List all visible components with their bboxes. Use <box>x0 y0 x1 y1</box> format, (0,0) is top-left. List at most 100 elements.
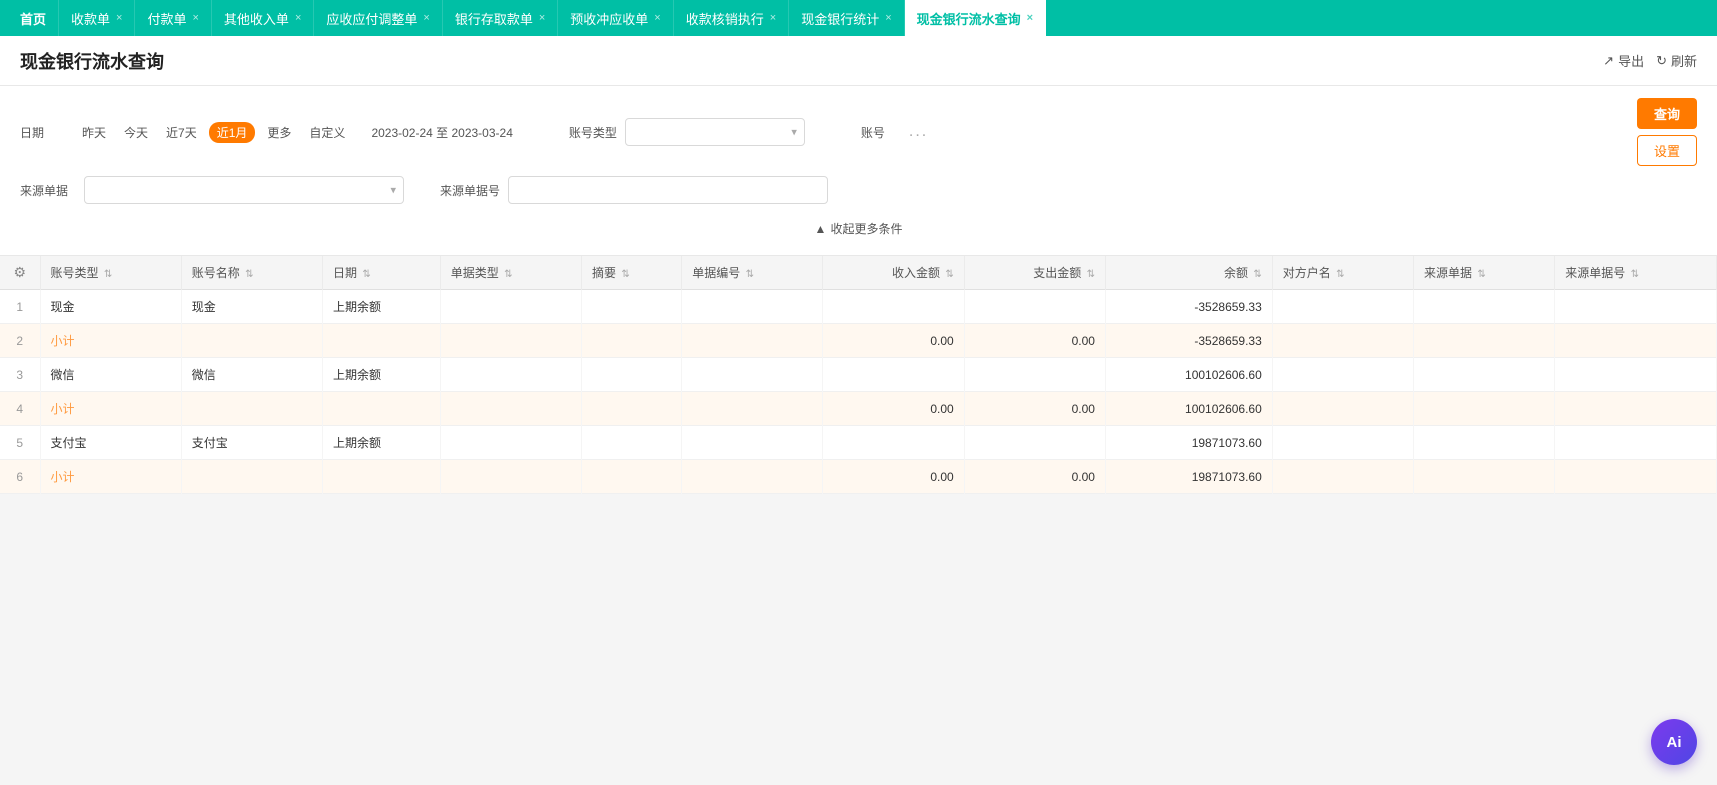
table-row[interactable]: 6 小计 0.00 0.00 19871073.60 <box>0 460 1717 494</box>
table-settings-gear-icon[interactable]: ⚙ <box>13 264 26 280</box>
filter-row-1: 日期 昨天 今天 近7天 近1月 更多 自定义 2023-02-24 至 202… <box>20 98 1697 166</box>
close-payment-icon[interactable]: × <box>192 12 198 24</box>
cell-doc-type-2 <box>440 358 581 392</box>
sort-date-icon: ⇅ <box>362 269 370 280</box>
col-date[interactable]: 日期 ⇅ <box>322 256 440 290</box>
close-receipt-icon[interactable]: × <box>116 12 122 24</box>
cell-account-name-2: 微信 <box>181 358 322 392</box>
row-num-2: 3 <box>0 358 40 392</box>
cell-source-doc-no-2 <box>1555 358 1717 392</box>
source-doc-label: 来源单据 <box>20 182 68 199</box>
nav-item-cash-bank-flow[interactable]: 现金银行流水查询 × <box>905 0 1046 36</box>
date-options: 昨天 今天 近7天 近1月 更多 自定义 <box>76 122 351 143</box>
query-button[interactable]: 查询 <box>1637 98 1697 129</box>
nav-item-advance-offset[interactable]: 预收冲应收单 × <box>558 0 673 36</box>
cell-balance-1: -3528659.33 <box>1105 324 1272 358</box>
close-advance-offset-icon[interactable]: × <box>654 12 660 24</box>
sort-doc-no-icon: ⇅ <box>746 269 754 280</box>
cell-source-doc-5 <box>1414 460 1555 494</box>
source-doc-no-input[interactable] <box>508 176 828 204</box>
close-cash-bank-flow-icon[interactable]: × <box>1027 12 1033 24</box>
date-opt-more[interactable]: 更多 <box>261 122 297 143</box>
cell-expense-0 <box>964 290 1105 324</box>
close-cash-bank-stat-icon[interactable]: × <box>885 12 891 24</box>
col-balance[interactable]: 余额 ⇅ <box>1105 256 1272 290</box>
sort-balance-icon: ⇅ <box>1253 269 1261 280</box>
close-bank-deposit-icon[interactable]: × <box>539 12 545 24</box>
cell-source-doc-no-3 <box>1555 392 1717 426</box>
cell-doc-type-4 <box>440 426 581 460</box>
date-opt-recent1m[interactable]: 近1月 <box>209 122 256 143</box>
table-row[interactable]: 3 微信 微信 上期余额 100102606.60 <box>0 358 1717 392</box>
collapse-bar[interactable]: ▲ 收起更多条件 <box>20 214 1697 243</box>
cell-balance-3: 100102606.60 <box>1105 392 1272 426</box>
nav-item-cash-bank-stat[interactable]: 现金银行统计 × <box>789 0 904 36</box>
ai-assistant-button[interactable]: Ai <box>1651 719 1697 765</box>
date-opt-recent7[interactable]: 近7天 <box>160 122 203 143</box>
cell-doc-no-4 <box>682 426 823 460</box>
account-label: 账号 <box>861 124 901 141</box>
col-source-doc-no[interactable]: 来源单据号 ⇅ <box>1555 256 1717 290</box>
refresh-button[interactable]: ↻ 刷新 <box>1656 51 1697 70</box>
account-type-select[interactable]: 现金 微信 支付宝 <box>625 118 805 146</box>
close-other-income-icon[interactable]: × <box>295 12 301 24</box>
filter-row-2: 来源单据 来源单据号 <box>20 176 1697 204</box>
table-row[interactable]: 2 小计 0.00 0.00 -3528659.33 <box>0 324 1717 358</box>
table-row[interactable]: 5 支付宝 支付宝 上期余额 19871073.60 <box>0 426 1717 460</box>
nav-item-ar-adjustment[interactable]: 应收应付调整单 × <box>314 0 442 36</box>
cell-source-doc-no-5 <box>1555 460 1717 494</box>
filter-area: 日期 昨天 今天 近7天 近1月 更多 自定义 2023-02-24 至 202… <box>0 86 1717 256</box>
cell-doc-type-3 <box>440 392 581 426</box>
col-account-type[interactable]: 账号类型 ⇅ <box>40 256 181 290</box>
collapse-label: 收起更多条件 <box>830 220 902 237</box>
cell-income-5: 0.00 <box>823 460 964 494</box>
col-summary[interactable]: 摘要 ⇅ <box>581 256 681 290</box>
cell-account-name-5 <box>181 460 322 494</box>
date-opt-today[interactable]: 今天 <box>118 122 154 143</box>
col-doc-type[interactable]: 单据类型 ⇅ <box>440 256 581 290</box>
nav-item-home[interactable]: 首页 <box>8 0 59 36</box>
nav-item-payment[interactable]: 付款单 × <box>135 0 211 36</box>
col-source-doc[interactable]: 来源单据 ⇅ <box>1414 256 1555 290</box>
cell-date-2: 上期余额 <box>322 358 440 392</box>
nav-item-bank-deposit[interactable]: 银行存取款单 × <box>443 0 558 36</box>
col-doc-no[interactable]: 单据编号 ⇅ <box>682 256 823 290</box>
nav-item-collection-exec[interactable]: 收款核销执行 × <box>674 0 789 36</box>
cell-doc-no-5 <box>682 460 823 494</box>
source-doc-select[interactable] <box>84 176 404 204</box>
cell-summary-4 <box>581 426 681 460</box>
export-button[interactable]: ↗ 导出 <box>1603 51 1644 70</box>
account-dots-button[interactable]: ... <box>909 123 928 141</box>
cell-date-3 <box>322 392 440 426</box>
table-row[interactable]: 1 现金 现金 上期余额 -3528659.33 <box>0 290 1717 324</box>
col-income[interactable]: 收入金额 ⇅ <box>823 256 964 290</box>
close-ar-adjustment-icon[interactable]: × <box>423 12 429 24</box>
col-settings[interactable]: ⚙ <box>0 256 40 290</box>
cell-account-name-0: 现金 <box>181 290 322 324</box>
cell-account-type-2: 微信 <box>40 358 181 392</box>
table-row[interactable]: 4 小计 0.00 0.00 100102606.60 <box>0 392 1717 426</box>
cell-source-doc-0 <box>1414 290 1555 324</box>
cell-summary-2 <box>581 358 681 392</box>
col-expense[interactable]: 支出金额 ⇅ <box>964 256 1105 290</box>
cell-account-type-3: 小计 <box>40 392 181 426</box>
date-opt-custom[interactable]: 自定义 <box>303 122 351 143</box>
col-account-name[interactable]: 账号名称 ⇅ <box>181 256 322 290</box>
data-table: ⚙ 账号类型 ⇅ 账号名称 ⇅ 日期 ⇅ 单据类型 ⇅ <box>0 256 1717 494</box>
cell-source-doc-no-4 <box>1555 426 1717 460</box>
cell-income-4 <box>823 426 964 460</box>
cell-balance-2: 100102606.60 <box>1105 358 1272 392</box>
nav-item-receipt[interactable]: 收款单 × <box>59 0 135 36</box>
date-range-display: 2023-02-24 至 2023-03-24 <box>371 124 512 141</box>
date-opt-yesterday[interactable]: 昨天 <box>76 122 112 143</box>
cell-date-4: 上期余额 <box>322 426 440 460</box>
col-counterpart[interactable]: 对方户名 ⇅ <box>1272 256 1413 290</box>
table-area: ⚙ 账号类型 ⇅ 账号名称 ⇅ 日期 ⇅ 单据类型 ⇅ <box>0 256 1717 494</box>
settings-button[interactable]: 设置 <box>1637 135 1697 166</box>
cell-balance-4: 19871073.60 <box>1105 426 1272 460</box>
nav-item-other-income[interactable]: 其他收入单 × <box>212 0 314 36</box>
close-collection-exec-icon[interactable]: × <box>770 12 776 24</box>
cell-income-1: 0.00 <box>823 324 964 358</box>
cell-expense-1: 0.00 <box>964 324 1105 358</box>
cell-expense-2 <box>964 358 1105 392</box>
